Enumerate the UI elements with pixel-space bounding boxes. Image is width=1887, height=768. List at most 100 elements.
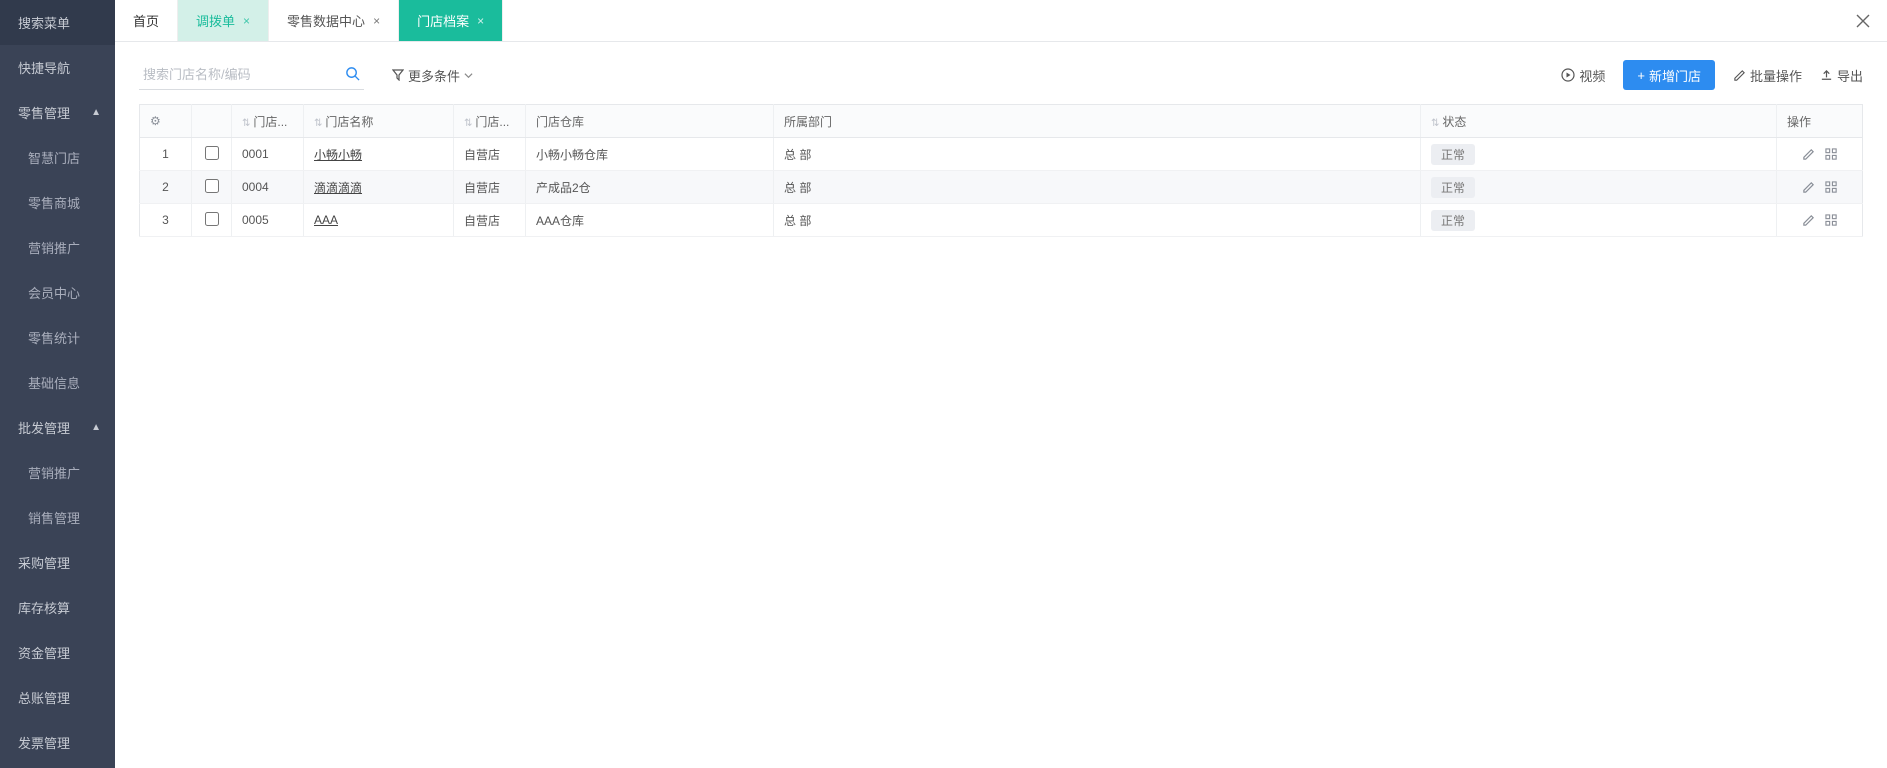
tab-close-icon[interactable]: ×: [373, 14, 380, 28]
close-all-tabs[interactable]: [1845, 0, 1881, 41]
edit-row-icon[interactable]: [1802, 214, 1815, 227]
more-conditions[interactable]: 更多条件: [392, 66, 473, 85]
row-checkbox[interactable]: [205, 146, 219, 160]
sidebar-item-6[interactable]: 会员中心: [0, 270, 115, 315]
edit-row-icon[interactable]: [1802, 148, 1815, 161]
header-checkbox: [192, 105, 232, 138]
sidebar: 搜索菜单快捷导航零售管理▲智慧门店零售商城营销推广会员中心零售统计基础信息批发管…: [0, 0, 115, 768]
cell-index: 3: [140, 204, 192, 237]
filter-icon: [392, 69, 404, 81]
sidebar-item-5[interactable]: 营销推广: [0, 225, 115, 270]
header-settings[interactable]: ⚙: [140, 105, 192, 138]
store-table: ⚙ ⇅门店... ⇅门店名称 ⇅门店... 门店仓库 所属部门 ⇅状态 操作 1…: [139, 104, 1863, 237]
cell-name: 滴滴滴滴: [304, 171, 454, 204]
export-label: 导出: [1837, 66, 1863, 85]
sidebar-item-label: 采购管理: [18, 553, 70, 572]
more-conditions-label: 更多条件: [408, 66, 460, 85]
cell-actions: [1777, 204, 1863, 237]
cell-warehouse: 产成品2仓: [526, 171, 774, 204]
caret-up-icon: ▲: [91, 107, 101, 118]
gear-icon: ⚙: [150, 114, 161, 128]
tab-0[interactable]: 首页: [115, 0, 178, 41]
sidebar-item-13[interactable]: 库存核算: [0, 585, 115, 630]
sidebar-item-12[interactable]: 采购管理: [0, 540, 115, 585]
cell-actions: [1777, 171, 1863, 204]
sidebar-item-10[interactable]: 营销推广: [0, 450, 115, 495]
cell-checkbox: [192, 204, 232, 237]
header-type[interactable]: ⇅门店...: [454, 105, 526, 138]
sidebar-item-label: 搜索菜单: [18, 13, 70, 32]
header-code-label: 门店...: [253, 115, 287, 129]
header-dept-label: 所属部门: [784, 115, 832, 129]
tab-close-icon[interactable]: ×: [477, 14, 484, 28]
sidebar-item-15[interactable]: 总账管理: [0, 675, 115, 720]
cell-dept: 总 部: [774, 204, 1421, 237]
header-code[interactable]: ⇅门店...: [232, 105, 304, 138]
search-icon[interactable]: [345, 66, 360, 81]
cell-name: 小畅小畅: [304, 138, 454, 171]
status-badge: 正常: [1431, 177, 1475, 198]
plus-icon: +: [1637, 68, 1645, 83]
sidebar-item-16[interactable]: 发票管理: [0, 720, 115, 765]
store-name-link[interactable]: 小畅小畅: [314, 148, 362, 162]
row-checkbox[interactable]: [205, 212, 219, 226]
cell-type: 自营店: [454, 171, 526, 204]
sidebar-item-label: 总账管理: [18, 688, 70, 707]
cell-type: 自营店: [454, 204, 526, 237]
tab-bar: 首页调拨单×零售数据中心×门店档案×: [115, 0, 1887, 42]
sidebar-item-9[interactable]: 批发管理▲: [0, 405, 115, 450]
sidebar-item-label: 快捷导航: [18, 58, 70, 77]
cell-index: 2: [140, 171, 192, 204]
search-wrap: [139, 60, 364, 90]
tab-2[interactable]: 零售数据中心×: [269, 0, 399, 41]
row-checkbox[interactable]: [205, 179, 219, 193]
tab-close-icon[interactable]: ×: [243, 14, 250, 28]
sidebar-item-label: 库存核算: [18, 598, 70, 617]
cell-dept: 总 部: [774, 138, 1421, 171]
caret-up-icon: ▲: [91, 422, 101, 433]
tab-1[interactable]: 调拨单×: [178, 0, 269, 41]
cell-status: 正常: [1421, 138, 1777, 171]
cell-status: 正常: [1421, 204, 1777, 237]
cell-name: AAA: [304, 204, 454, 237]
sidebar-item-7[interactable]: 零售统计: [0, 315, 115, 360]
export-icon: [1820, 69, 1833, 82]
cell-code: 0005: [232, 204, 304, 237]
sidebar-item-8[interactable]: 基础信息: [0, 360, 115, 405]
header-dept[interactable]: 所属部门: [774, 105, 1421, 138]
export-link[interactable]: 导出: [1820, 66, 1863, 85]
video-link[interactable]: 视频: [1561, 66, 1605, 85]
search-input[interactable]: [139, 60, 364, 90]
sidebar-item-label: 营销推广: [28, 238, 80, 257]
sidebar-item-label: 资金管理: [18, 643, 70, 662]
sidebar-item-3[interactable]: 智慧门店: [0, 135, 115, 180]
sidebar-item-0[interactable]: 搜索菜单: [0, 0, 115, 45]
sidebar-item-1[interactable]: 快捷导航: [0, 45, 115, 90]
sort-icon: ⇅: [1431, 118, 1439, 129]
sidebar-item-4[interactable]: 零售商城: [0, 180, 115, 225]
sidebar-item-label: 销售管理: [28, 508, 80, 527]
video-label: 视频: [1579, 66, 1605, 85]
header-status[interactable]: ⇅状态: [1421, 105, 1777, 138]
sort-icon: ⇅: [314, 118, 322, 129]
header-action: 操作: [1777, 105, 1863, 138]
store-name-link[interactable]: AAA: [314, 213, 338, 227]
header-warehouse[interactable]: 门店仓库: [526, 105, 774, 138]
chevron-down-icon: [464, 71, 473, 80]
store-name-link[interactable]: 滴滴滴滴: [314, 181, 362, 195]
header-name[interactable]: ⇅门店名称: [304, 105, 454, 138]
tab-3[interactable]: 门店档案×: [399, 0, 503, 41]
batch-ops-link[interactable]: 批量操作: [1733, 66, 1802, 85]
header-status-label: 状态: [1442, 115, 1466, 129]
add-store-button[interactable]: + 新增门店: [1623, 60, 1715, 90]
more-row-icon[interactable]: [1825, 214, 1838, 227]
edit-icon: [1733, 69, 1746, 82]
sidebar-item-14[interactable]: 资金管理: [0, 630, 115, 675]
cell-code: 0004: [232, 171, 304, 204]
cell-actions: [1777, 138, 1863, 171]
sidebar-item-2[interactable]: 零售管理▲: [0, 90, 115, 135]
sidebar-item-11[interactable]: 销售管理: [0, 495, 115, 540]
more-row-icon[interactable]: [1825, 148, 1838, 161]
more-row-icon[interactable]: [1825, 181, 1838, 194]
edit-row-icon[interactable]: [1802, 181, 1815, 194]
